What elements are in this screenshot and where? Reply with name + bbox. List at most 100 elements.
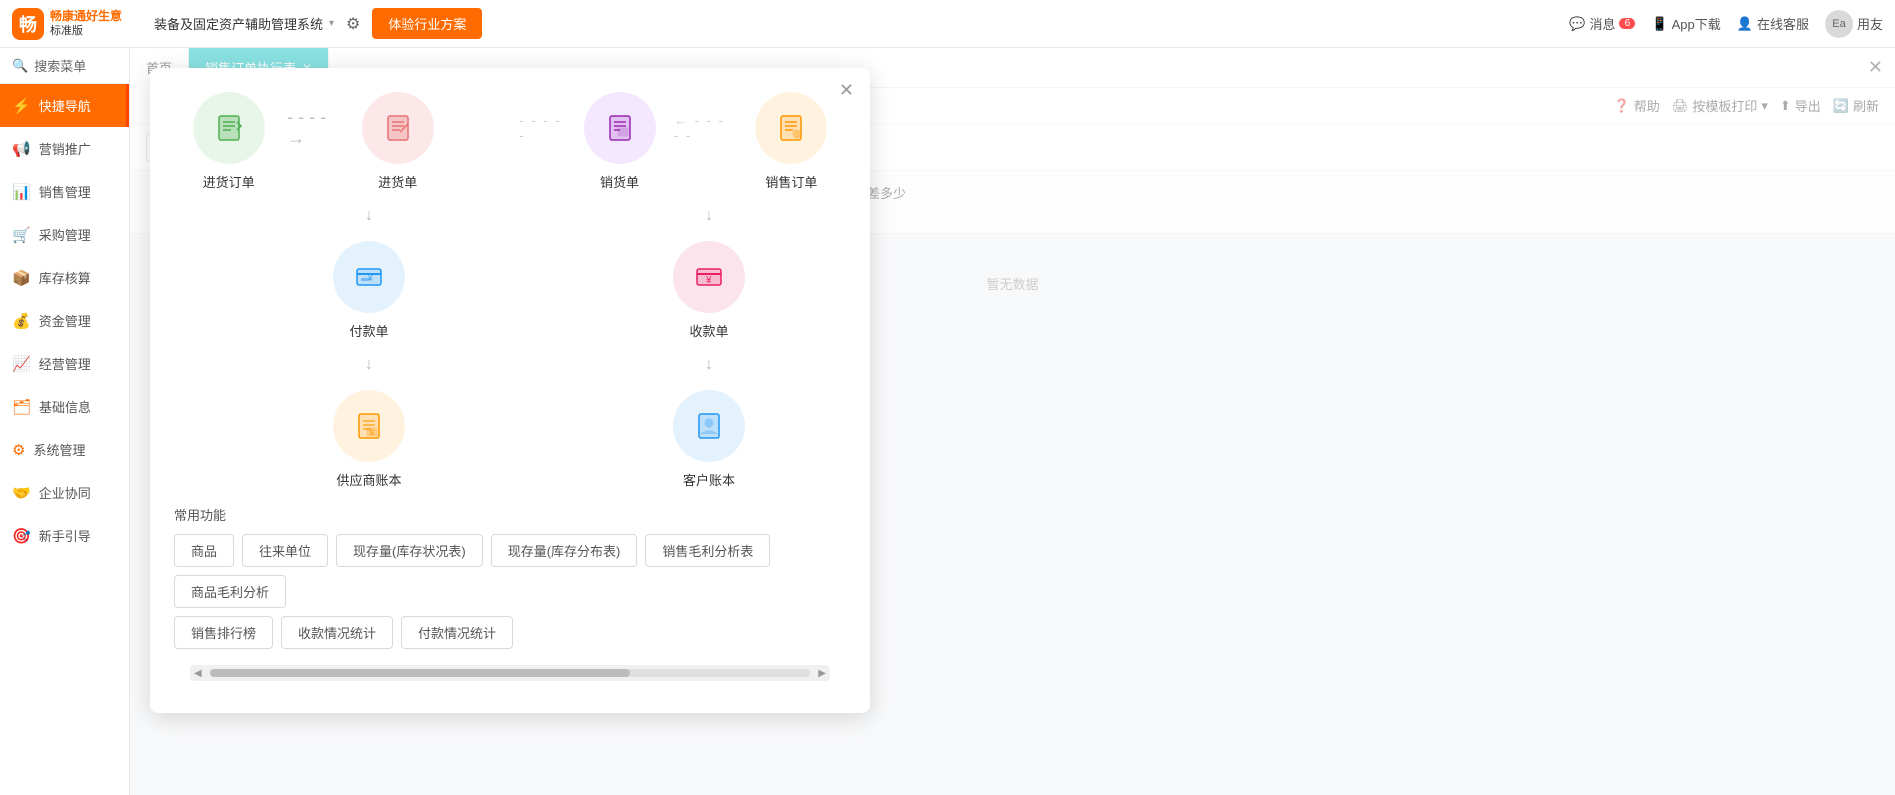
logo-line1: 畅康通好生意 <box>50 9 122 25</box>
arrow-v-payment: ↓ <box>304 356 434 374</box>
purchase-icon: 🛒 <box>12 226 31 244</box>
operations-icon: 📈 <box>12 355 31 373</box>
sidebar-item-label-4: 库存核算 <box>39 268 91 287</box>
app-icon: 📱 <box>1651 16 1667 32</box>
label-purchase-order: 进货订单 <box>203 172 255 191</box>
sidebar-item-basic-info[interactable]: 🗂 基础信息 <box>0 385 129 428</box>
quick-nav-modal: ✕ <box>150 68 870 713</box>
sidebar-item-label-1: 营销推广 <box>39 139 91 158</box>
flow-node-sale-bill[interactable]: 销货单 <box>565 92 674 191</box>
common-btn-stock-status[interactable]: 现存量(库存状况表) <box>336 534 483 567</box>
basicinfo-icon: 🗂 <box>12 398 31 416</box>
customer-book-icon <box>673 390 745 462</box>
sidebar-item-quicknav[interactable]: ⚡ 快捷导航 <box>0 84 129 127</box>
label-sale-order: 销售订单 <box>765 172 817 191</box>
arrow-v-purchase: ↓ <box>304 207 434 225</box>
user-menu[interactable]: Ea 用友 <box>1825 10 1883 38</box>
flow-node-purchase-order[interactable]: 进货订单 <box>174 92 283 191</box>
common-btn-goods[interactable]: 商品 <box>174 534 234 567</box>
sales-icon: 📊 <box>12 183 31 201</box>
arrow-dashed-1: - - - - - <box>520 113 565 171</box>
service-button[interactable]: 👤 在线客服 <box>1737 14 1809 33</box>
search-label: 搜索菜单 <box>34 56 86 75</box>
common-btn-payment-stats[interactable]: 付款情况统计 <box>401 616 513 649</box>
payment-icon: ¥ <box>333 241 405 313</box>
sidebar-item-finance[interactable]: 💰 资金管理 <box>0 299 129 342</box>
flow-node-payment[interactable]: ¥ 付款单 <box>304 241 434 340</box>
flow-row-1: 进货订单 - - - - → <box>174 92 846 191</box>
scroll-right-icon[interactable]: ▶ <box>814 668 830 679</box>
collab-icon: 🤝 <box>12 484 31 502</box>
system-dropdown-icon[interactable]: ▾ <box>329 18 334 29</box>
flow-node-receipt[interactable]: ¥ 收款单 <box>644 241 774 340</box>
sidebar-item-label-5: 资金管理 <box>39 311 91 330</box>
flow-diagram: 进货订单 - - - - → <box>174 92 846 489</box>
common-buttons-row-1: 商品 往来单位 现存量(库存状况表) 现存量(库存分布表) 销售毛利分析表 商品… <box>174 534 846 608</box>
gear-icon[interactable]: ⚙ <box>346 14 360 34</box>
sidebar-item-label-9: 企业协同 <box>39 483 91 502</box>
scroll-track[interactable] <box>210 669 811 677</box>
common-btn-sales-rank[interactable]: 销售排行榜 <box>174 616 273 649</box>
sidebar-item-operations[interactable]: 📈 经营管理 <box>0 342 129 385</box>
sidebar-item-marketing[interactable]: 📢 营销推广 <box>0 127 129 170</box>
label-payment: 付款单 <box>349 321 388 340</box>
svg-text:¥: ¥ <box>705 275 712 286</box>
finance-icon: 💰 <box>12 312 31 330</box>
logo-icon: 畅 <box>12 8 44 40</box>
sidebar-item-collab[interactable]: 🤝 企业协同 <box>0 471 129 514</box>
flow-row-3: $ 供应商账本 <box>174 390 846 489</box>
modal-close-icon[interactable]: ✕ <box>839 80 854 101</box>
common-btn-goods-profit[interactable]: 商品毛利分析 <box>174 575 286 608</box>
label-supplier-book: 供应商账本 <box>336 470 401 489</box>
label-purchase-bill: 进货单 <box>378 172 417 191</box>
common-buttons-row-2: 销售排行榜 收款情况统计 付款情况统计 <box>174 616 846 649</box>
common-btn-sales-profit[interactable]: 销售毛利分析表 <box>645 534 770 567</box>
arrow-v-sale: ↓ <box>644 207 774 225</box>
app-label: App下载 <box>1672 14 1721 33</box>
scrollbar[interactable]: ◀ ▶ <box>190 665 830 681</box>
quicknav-icon: ⚡ <box>12 97 31 115</box>
svg-text:$: $ <box>370 430 374 437</box>
flow-row-2: ¥ 付款单 <box>174 241 846 340</box>
system-icon: ⚙ <box>12 441 25 459</box>
sale-bill-icon <box>584 92 656 164</box>
message-label: 消息 <box>1589 14 1615 33</box>
sidebar-item-inventory[interactable]: 📦 库存核算 <box>0 256 129 299</box>
scroll-left-icon[interactable]: ◀ <box>190 668 206 679</box>
message-icon: 💬 <box>1569 16 1585 32</box>
system-title: 装备及固定资产辅助管理系统 ▾ <box>154 14 334 33</box>
sidebar-item-newbie[interactable]: 🎯 新手引导 <box>0 514 129 557</box>
sidebar-item-system[interactable]: ⚙ 系统管理 <box>0 428 129 471</box>
common-btn-receipt-stats[interactable]: 收款情况统计 <box>281 616 393 649</box>
flow-node-sale-order[interactable]: 销售订单 <box>737 92 846 191</box>
search-menu[interactable]: 🔍 搜索菜单 <box>0 48 129 84</box>
svg-text:¥: ¥ <box>367 274 373 283</box>
flow-node-supplier-book[interactable]: $ 供应商账本 <box>304 390 434 489</box>
message-badge: 6 <box>1619 18 1635 29</box>
scroll-thumb[interactable] <box>210 669 630 677</box>
top-right-area: 💬 消息 6 📱 App下载 👤 在线客服 Ea 用友 <box>1569 10 1883 38</box>
label-receipt: 收款单 <box>689 321 728 340</box>
user-label: 用友 <box>1857 14 1883 33</box>
sidebar-item-label-6: 经营管理 <box>39 354 91 373</box>
common-btn-stock-dist[interactable]: 现存量(库存分布表) <box>491 534 638 567</box>
marketing-icon: 📢 <box>12 140 31 158</box>
message-button[interactable]: 💬 消息 6 <box>1569 14 1635 33</box>
service-icon: 👤 <box>1737 16 1753 32</box>
app-download-button[interactable]: 📱 App下载 <box>1651 14 1720 33</box>
sidebar-item-sales[interactable]: 📊 销售管理 <box>0 170 129 213</box>
modal-overlay: ✕ <box>130 48 1895 795</box>
receipt-icon: ¥ <box>673 241 745 313</box>
logo-area: 畅 畅康通好生意 标准版 <box>12 8 142 40</box>
label-customer-book: 客户账本 <box>683 470 735 489</box>
common-btn-partner[interactable]: 往来单位 <box>242 534 328 567</box>
flow-node-purchase-bill[interactable]: 进货单 <box>343 92 452 191</box>
sidebar-item-label-0: 快捷导航 <box>39 96 91 115</box>
trial-button[interactable]: 体验行业方案 <box>372 8 482 39</box>
supplier-book-icon: $ <box>333 390 405 462</box>
flow-node-customer-book[interactable]: 客户账本 <box>644 390 774 489</box>
logo-line2: 标准版 <box>50 24 122 38</box>
arrow-v-receipt: ↓ <box>644 356 774 374</box>
sidebar-item-label-2: 销售管理 <box>39 182 91 201</box>
sidebar-item-purchase[interactable]: 🛒 采购管理 <box>0 213 129 256</box>
